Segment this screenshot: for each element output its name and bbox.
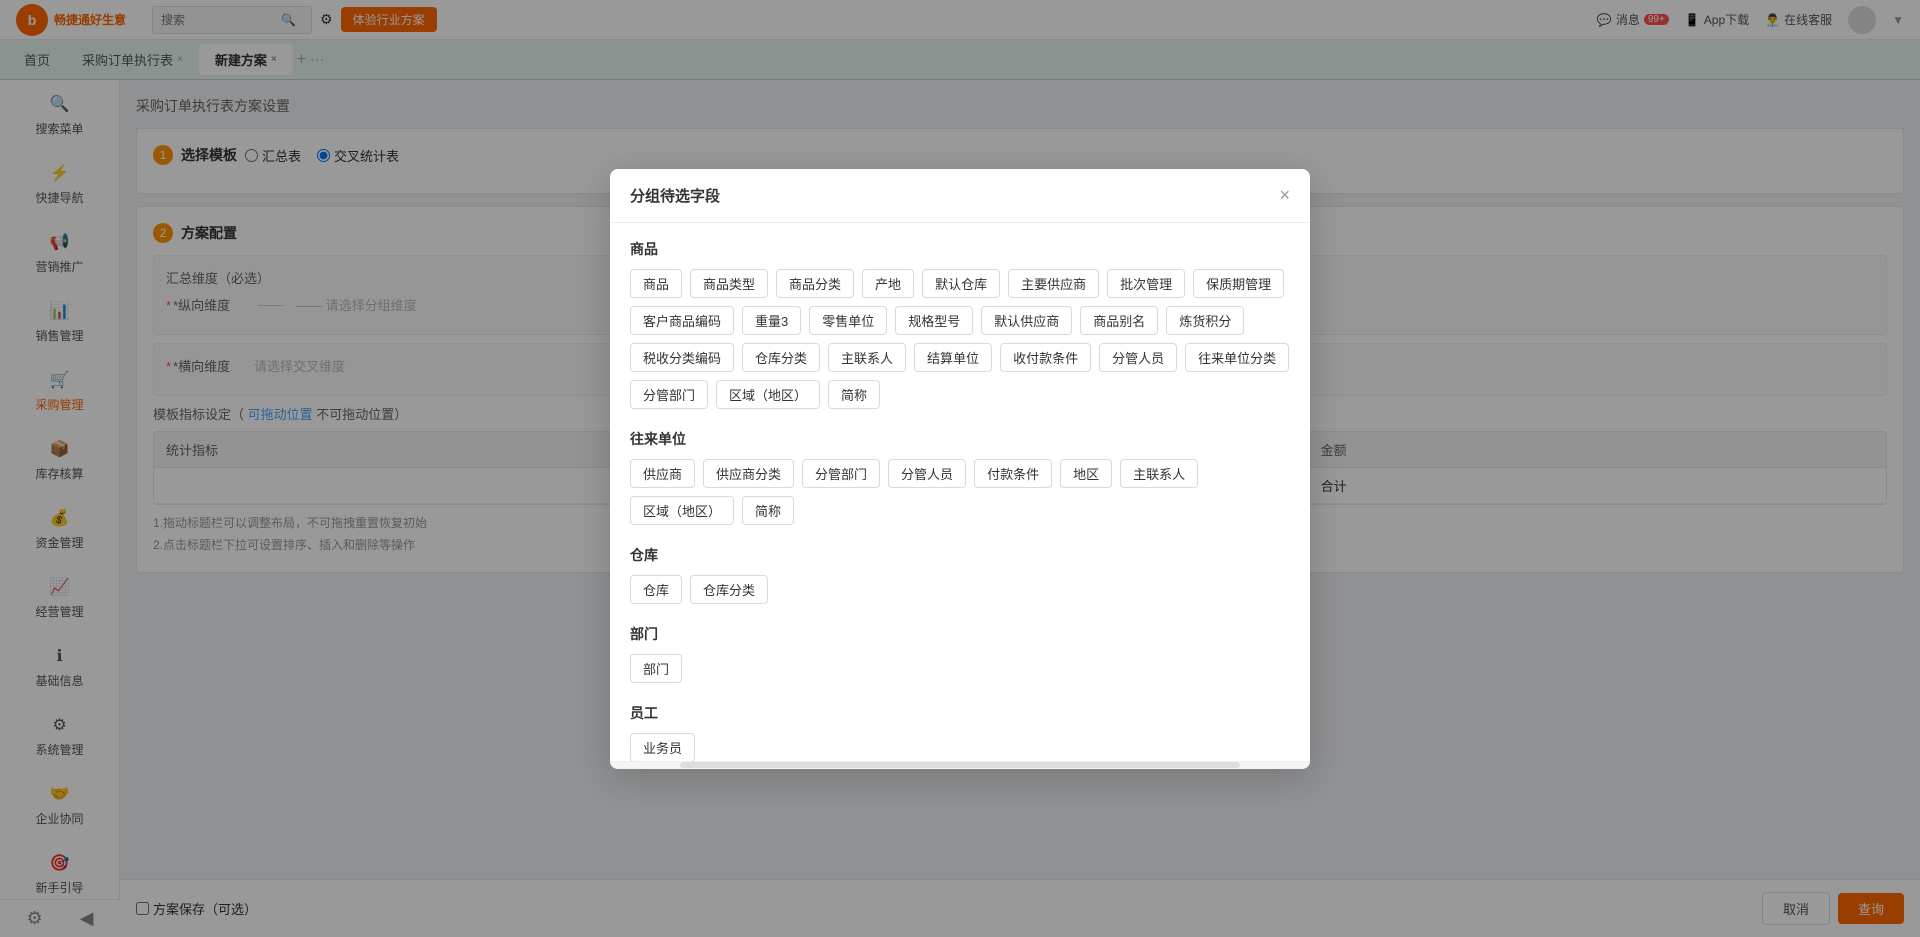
field-tag-supplier[interactable]: 供应商 (630, 459, 695, 488)
field-tag-warehouse-category[interactable]: 仓库分类 (742, 343, 820, 372)
modal-hscroll[interactable] (610, 761, 1310, 769)
field-tags-department: 部门 (630, 654, 1290, 683)
field-tag-default-warehouse[interactable]: 默认仓库 (922, 269, 1000, 298)
field-tag-weight3[interactable]: 重量3 (742, 306, 801, 335)
field-tag-payment-terms[interactable]: 收付款条件 (1000, 343, 1091, 372)
field-tag-dept[interactable]: 分管部门 (630, 380, 708, 409)
field-group-warehouse: 仓库 仓库 仓库分类 (630, 545, 1290, 604)
field-tag-main-supplier[interactable]: 主要供应商 (1008, 269, 1099, 298)
field-tag-settlement-unit[interactable]: 结算单位 (914, 343, 992, 372)
field-tag-partner-dept[interactable]: 分管部门 (802, 459, 880, 488)
field-tag-customer-code[interactable]: 客户商品编码 (630, 306, 734, 335)
field-tag-goods-type[interactable]: 商品类型 (690, 269, 768, 298)
field-tag-warehouse[interactable]: 仓库 (630, 575, 682, 604)
field-group-department-title: 部门 (630, 624, 1290, 644)
field-group-staff-title: 员工 (630, 703, 1290, 723)
field-tag-spec-model[interactable]: 规格型号 (895, 306, 973, 335)
field-tags-warehouse: 仓库 仓库分类 (630, 575, 1290, 604)
field-tag-payment-cond[interactable]: 付款条件 (974, 459, 1052, 488)
field-tag-area[interactable]: 地区 (1060, 459, 1112, 488)
field-tag-salesperson[interactable]: 业务员 (630, 733, 695, 761)
field-tag-goods-alias[interactable]: 商品别名 (1080, 306, 1158, 335)
field-tag-partner-short[interactable]: 简称 (742, 496, 794, 525)
field-tag-refine-points[interactable]: 炼货积分 (1166, 306, 1244, 335)
field-tag-quality-mgmt[interactable]: 保质期管理 (1193, 269, 1284, 298)
modal-body[interactable]: 商品 商品 商品类型 商品分类 产地 默认仓库 主要供应商 批次管理 保质期管理… (610, 223, 1310, 761)
field-tag-short-name[interactable]: 简称 (828, 380, 880, 409)
field-tag-partner-supervisor[interactable]: 分管人员 (888, 459, 966, 488)
modal-header: 分组待选字段 × (610, 169, 1310, 223)
field-tag-batch-mgmt[interactable]: 批次管理 (1107, 269, 1185, 298)
field-group-partners-title: 往来单位 (630, 429, 1290, 449)
field-tag-partner-region[interactable]: 区域（地区） (630, 496, 734, 525)
field-tag-default-supplier[interactable]: 默认供应商 (981, 306, 1072, 335)
field-group-partners: 往来单位 供应商 供应商分类 分管部门 分管人员 付款条件 地区 主联系人 区域… (630, 429, 1290, 525)
field-tag-region[interactable]: 区域（地区） (716, 380, 820, 409)
modal-title: 分组待选字段 (630, 185, 720, 206)
modal-close-btn[interactable]: × (1279, 185, 1290, 206)
field-tag-warehouse-cat[interactable]: 仓库分类 (690, 575, 768, 604)
field-tag-goods[interactable]: 商品 (630, 269, 682, 298)
field-tags-partners: 供应商 供应商分类 分管部门 分管人员 付款条件 地区 主联系人 区域（地区） … (630, 459, 1290, 525)
field-tag-main-contact[interactable]: 主联系人 (828, 343, 906, 372)
field-tag-supervisor[interactable]: 分管人员 (1099, 343, 1177, 372)
field-group-goods-title: 商品 (630, 239, 1290, 259)
field-group-warehouse-title: 仓库 (630, 545, 1290, 565)
field-tag-retail-unit[interactable]: 零售单位 (809, 306, 887, 335)
field-tag-department[interactable]: 部门 (630, 654, 682, 683)
modal-hscroll-thumb (680, 762, 1240, 768)
field-tag-supplier-category[interactable]: 供应商分类 (703, 459, 794, 488)
field-tags-goods: 商品 商品类型 商品分类 产地 默认仓库 主要供应商 批次管理 保质期管理 客户… (630, 269, 1290, 409)
field-tag-partner-contact[interactable]: 主联系人 (1120, 459, 1198, 488)
field-tags-staff: 业务员 (630, 733, 1290, 761)
field-tag-partner-category[interactable]: 往来单位分类 (1185, 343, 1289, 372)
field-select-modal: 分组待选字段 × 商品 商品 商品类型 商品分类 产地 默认仓库 主要供应商 批… (610, 169, 1310, 769)
field-group-goods: 商品 商品 商品类型 商品分类 产地 默认仓库 主要供应商 批次管理 保质期管理… (630, 239, 1290, 409)
field-group-department: 部门 部门 (630, 624, 1290, 683)
field-tag-goods-category[interactable]: 商品分类 (776, 269, 854, 298)
field-group-staff: 员工 业务员 (630, 703, 1290, 761)
field-tag-origin[interactable]: 产地 (862, 269, 914, 298)
field-tag-tax-code[interactable]: 税收分类编码 (630, 343, 734, 372)
modal-overlay[interactable]: 分组待选字段 × 商品 商品 商品类型 商品分类 产地 默认仓库 主要供应商 批… (0, 0, 1920, 937)
